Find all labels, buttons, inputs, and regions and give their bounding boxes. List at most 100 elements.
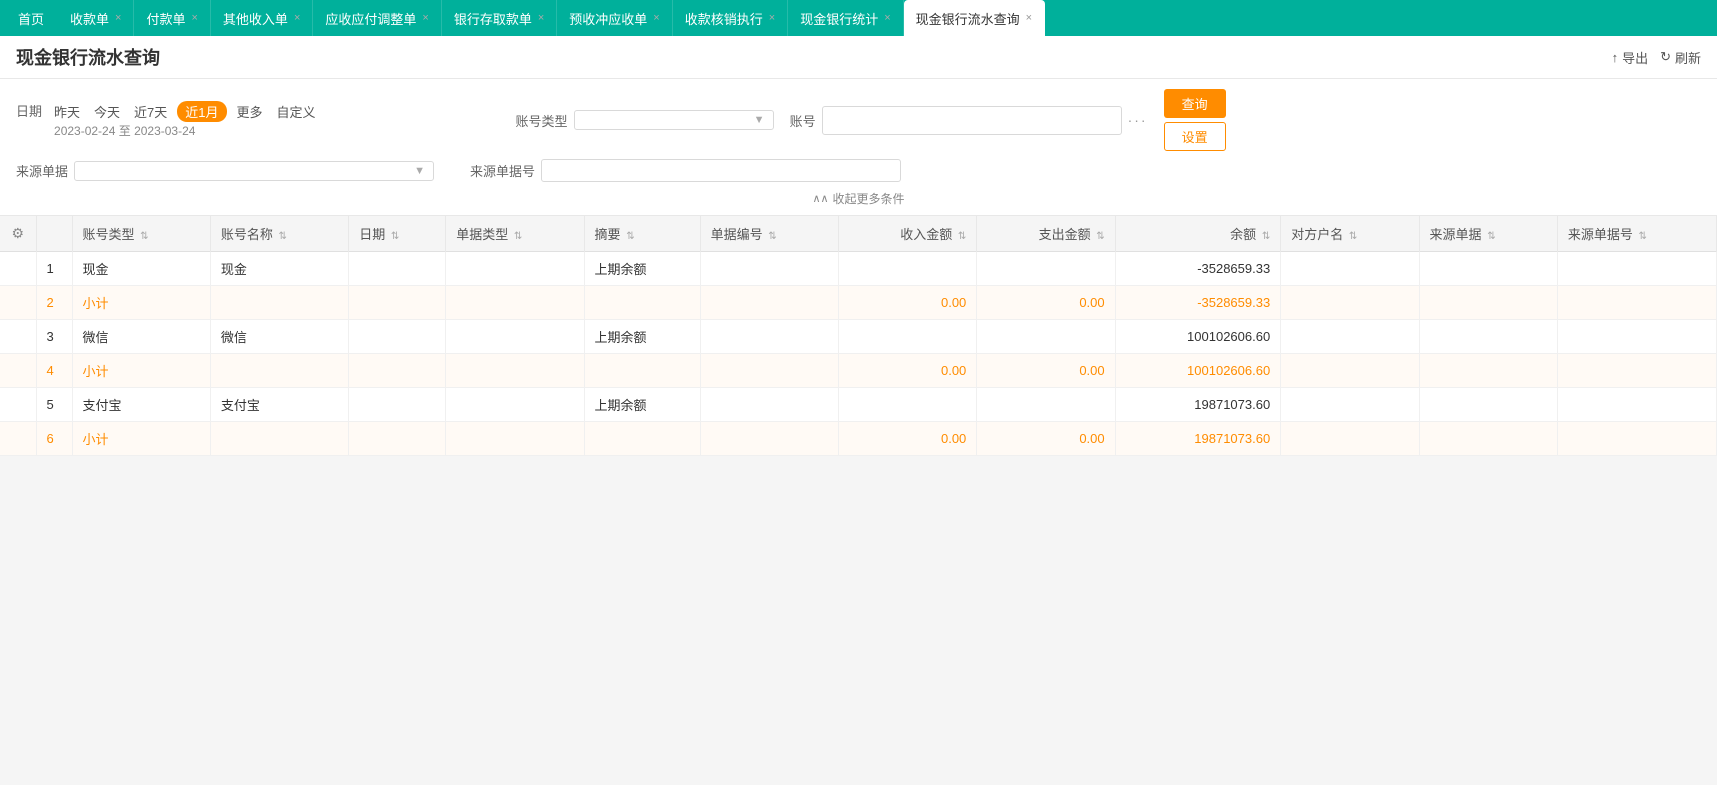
sort-icon-source-doc: ⇅	[1487, 231, 1495, 242]
date-shortcut-今天[interactable]: 今天	[90, 101, 124, 122]
export-button[interactable]: ↑ 导出	[1612, 48, 1649, 67]
sort-icon-expense: ⇅	[1096, 231, 1104, 242]
nav-tab-预收冲应收单[interactable]: 预收冲应收单×	[557, 0, 672, 36]
nav-tab-其他收入单[interactable]: 其他收入单×	[211, 0, 313, 36]
th-date[interactable]: 日期 ⇅	[349, 216, 446, 252]
account-type-label: 账号类型	[516, 111, 568, 130]
th-index	[36, 216, 72, 252]
source-doc-filter: 来源单据 ▼	[16, 161, 434, 181]
source-doc-no-label: 来源单据号	[470, 161, 535, 180]
close-tab-icon[interactable]: ×	[191, 12, 197, 24]
sort-icon-balance: ⇅	[1262, 231, 1270, 242]
table-row: 5支付宝支付宝上期余额19871073.60	[0, 388, 1717, 422]
th-gear: ⚙	[0, 216, 36, 252]
nav-tab-现金银行统计[interactable]: 现金银行统计×	[788, 0, 903, 36]
nav-tab-付款单[interactable]: 付款单×	[134, 0, 210, 36]
nav-tab-银行存取款单[interactable]: 银行存取款单×	[442, 0, 557, 36]
close-tab-icon[interactable]: ×	[884, 12, 890, 24]
th-expense[interactable]: 支出金额 ⇅	[977, 216, 1115, 252]
nav-tab-应收应付调整单[interactable]: 应收应付调整单×	[313, 0, 441, 36]
date-shortcuts: 昨天今天近7天近1月更多自定义	[50, 101, 320, 122]
sort-icon-account-name: ⇅	[278, 231, 286, 242]
date-range: 2023-02-24 至 2023-03-24	[54, 122, 320, 139]
nav-tab-现金银行流水查询[interactable]: 现金银行流水查询×	[904, 0, 1045, 36]
table-row: 3微信微信上期余额100102606.60	[0, 320, 1717, 354]
date-shortcut-近1月[interactable]: 近1月	[177, 101, 226, 122]
refresh-icon: ↻	[1660, 49, 1671, 65]
account-type-select[interactable]: ▼	[574, 110, 774, 130]
date-shortcut-近7天[interactable]: 近7天	[130, 101, 171, 122]
sort-icon-income: ⇅	[958, 231, 966, 242]
collapse-label: 收起更多条件	[833, 190, 905, 207]
th-doc-no[interactable]: 单据编号 ⇅	[700, 216, 838, 252]
close-tab-icon[interactable]: ×	[115, 12, 121, 24]
filter-row-1: 日期 昨天今天近7天近1月更多自定义 2023-02-24 至 2023-03-…	[16, 89, 1701, 151]
action-buttons: 查询 设置	[1164, 89, 1226, 151]
nav-home[interactable]: 首页	[4, 9, 58, 28]
account-filter: 账号 ···	[790, 106, 1148, 135]
table-wrapper: ⚙ 账号类型 ⇅ 账号名称 ⇅ 日期 ⇅ 单据类型 ⇅	[0, 216, 1717, 456]
th-doc-type[interactable]: 单据类型 ⇅	[446, 216, 584, 252]
table-header: ⚙ 账号类型 ⇅ 账号名称 ⇅ 日期 ⇅ 单据类型 ⇅	[0, 216, 1717, 252]
close-tab-icon[interactable]: ×	[538, 12, 544, 24]
source-doc-label: 来源单据	[16, 161, 68, 180]
table-row: 1现金现金上期余额-3528659.33	[0, 252, 1717, 286]
sort-icon-doc-no: ⇅	[768, 231, 776, 242]
nav-tab-收款核销执行[interactable]: 收款核销执行×	[673, 0, 788, 36]
account-type-filter: 账号类型 ▼	[516, 110, 774, 130]
close-tab-icon[interactable]: ×	[769, 12, 775, 24]
top-nav: 首页 收款单×付款单×其他收入单×应收应付调整单×银行存取款单×预收冲应收单×收…	[0, 0, 1717, 36]
settings-gear-icon[interactable]: ⚙	[11, 225, 24, 241]
sort-icon-summary: ⇅	[626, 231, 634, 242]
nav-tabs: 收款单×付款单×其他收入单×应收应付调整单×银行存取款单×预收冲应收单×收款核销…	[58, 0, 1045, 36]
filter-row-2: 来源单据 ▼ 来源单据号	[16, 159, 1701, 182]
query-button[interactable]: 查询	[1164, 89, 1226, 118]
date-filter: 日期 昨天今天近7天近1月更多自定义 2023-02-24 至 2023-03-…	[16, 101, 320, 139]
date-shortcut-昨天[interactable]: 昨天	[50, 101, 84, 122]
th-source-doc-no[interactable]: 来源单据号 ⇅	[1557, 216, 1716, 252]
source-doc-no-input[interactable]	[541, 159, 901, 182]
th-account-name[interactable]: 账号名称 ⇅	[210, 216, 348, 252]
chevron-down-icon2: ▼	[414, 165, 425, 177]
close-tab-icon[interactable]: ×	[294, 12, 300, 24]
source-doc-select[interactable]: ▼	[74, 161, 434, 181]
source-doc-no-filter: 来源单据号	[470, 159, 901, 182]
account-input-wrapper	[822, 106, 1122, 135]
date-shortcut-自定义[interactable]: 自定义	[273, 101, 320, 122]
refresh-button[interactable]: ↻ 刷新	[1660, 48, 1701, 67]
sort-icon-date: ⇅	[391, 231, 399, 242]
export-icon: ↑	[1612, 50, 1619, 65]
date-shortcut-更多[interactable]: 更多	[233, 101, 267, 122]
collapse-bar[interactable]: ∧∧ 收起更多条件	[16, 190, 1701, 207]
close-tab-icon[interactable]: ×	[422, 12, 428, 24]
chevron-down-icon: ▼	[754, 114, 765, 126]
close-tab-icon[interactable]: ×	[1026, 12, 1032, 24]
more-dots[interactable]: ···	[1128, 112, 1148, 128]
th-account-type[interactable]: 账号类型 ⇅	[72, 216, 210, 252]
th-counterpart[interactable]: 对方户名 ⇅	[1281, 216, 1419, 252]
collapse-icon: ∧∧	[812, 192, 828, 205]
table-row: 4小计0.000.00100102606.60	[0, 354, 1717, 388]
filter-area: 日期 昨天今天近7天近1月更多自定义 2023-02-24 至 2023-03-…	[0, 79, 1717, 216]
page-header: 现金银行流水查询 ↑ 导出 ↻ 刷新	[0, 36, 1717, 79]
date-label: 日期	[16, 101, 42, 120]
th-summary[interactable]: 摘要 ⇅	[584, 216, 700, 252]
account-label: 账号	[790, 111, 816, 130]
th-balance[interactable]: 余额 ⇅	[1115, 216, 1281, 252]
sort-icon-counterpart: ⇅	[1349, 231, 1357, 242]
th-source-doc[interactable]: 来源单据 ⇅	[1419, 216, 1557, 252]
sort-icon-account-type: ⇅	[140, 231, 148, 242]
table-body: 1现金现金上期余额-3528659.332小计0.000.00-3528659.…	[0, 252, 1717, 456]
settings-button[interactable]: 设置	[1164, 122, 1226, 151]
th-income[interactable]: 收入金额 ⇅	[838, 216, 976, 252]
header-actions: ↑ 导出 ↻ 刷新	[1612, 48, 1701, 67]
sort-icon-source-doc-no: ⇅	[1639, 231, 1647, 242]
table-row: 2小计0.000.00-3528659.33	[0, 286, 1717, 320]
main-table: ⚙ 账号类型 ⇅ 账号名称 ⇅ 日期 ⇅ 单据类型 ⇅	[0, 216, 1717, 456]
nav-tab-收款单[interactable]: 收款单×	[58, 0, 134, 36]
table-header-row: ⚙ 账号类型 ⇅ 账号名称 ⇅ 日期 ⇅ 单据类型 ⇅	[0, 216, 1717, 252]
table-row: 6小计0.000.0019871073.60	[0, 422, 1717, 456]
close-tab-icon[interactable]: ×	[653, 12, 659, 24]
sort-icon-doc-type: ⇅	[514, 231, 522, 242]
account-input[interactable]	[831, 110, 1091, 131]
